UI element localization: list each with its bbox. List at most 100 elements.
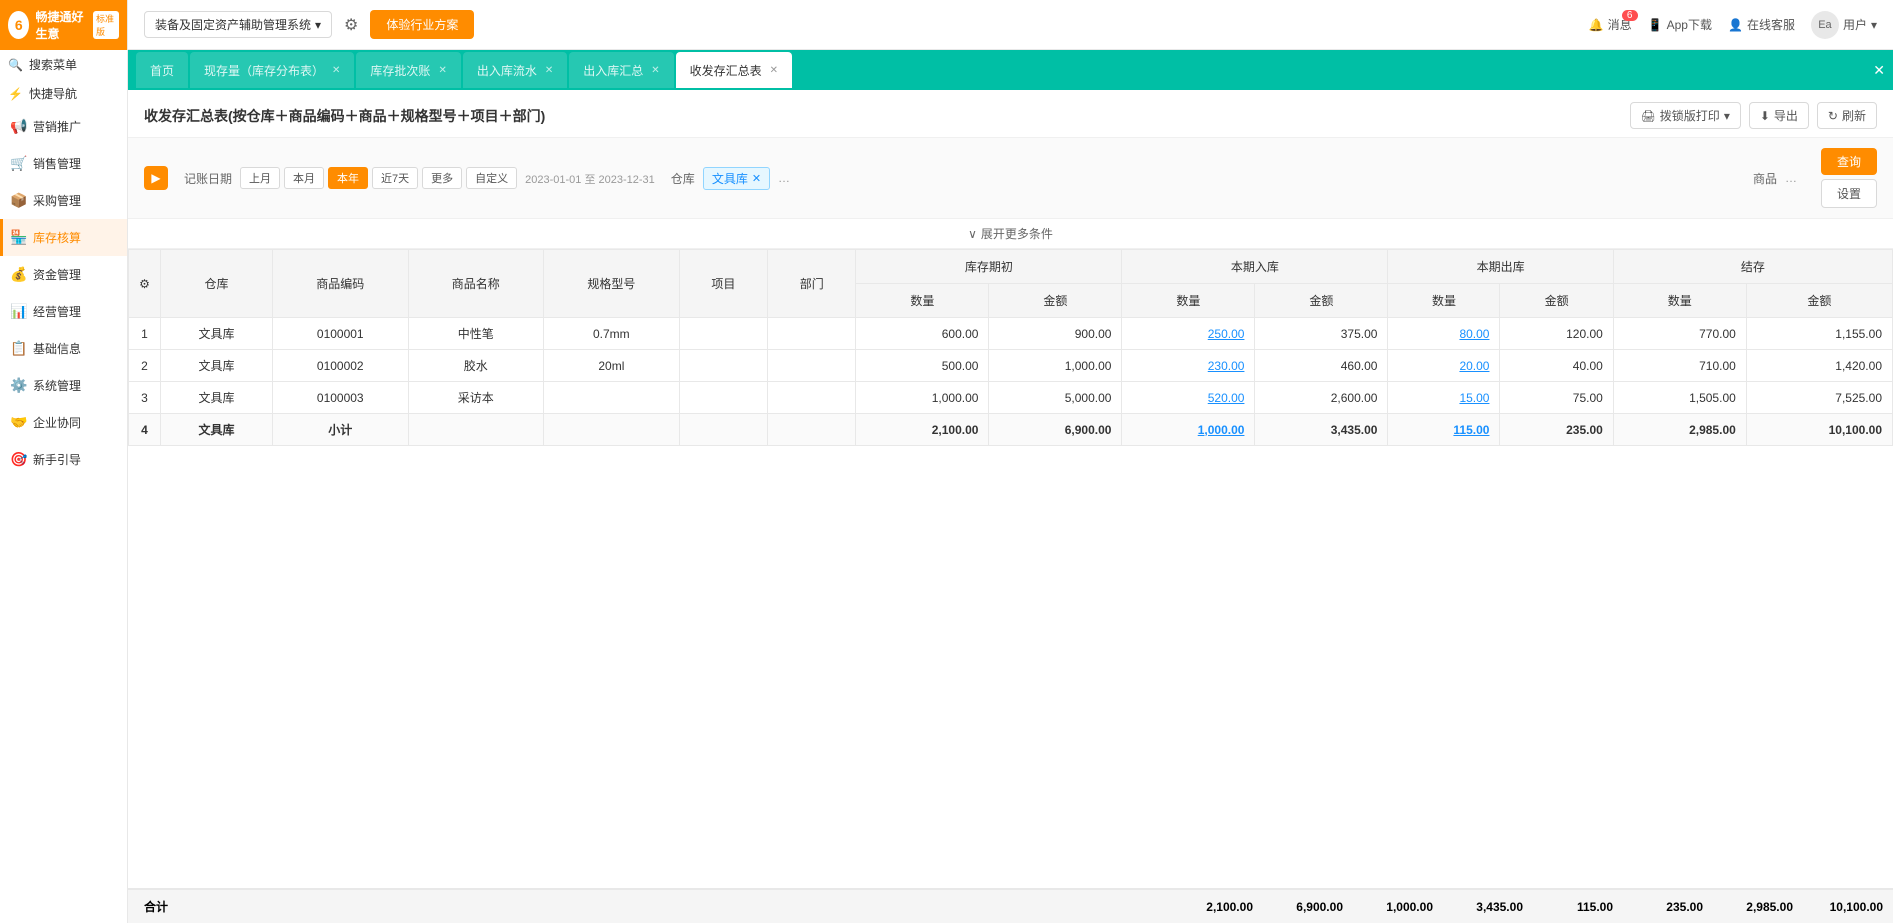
sidebar-item-guide[interactable]: 🎯 新手引导 <box>0 441 127 478</box>
tab-close-batch[interactable]: ✕ <box>438 65 446 76</box>
warehouse-more[interactable]: … <box>778 171 790 185</box>
system-selector[interactable]: 装备及固定资产辅助管理系统 ▾ <box>144 11 332 38</box>
tab-current-stock[interactable]: 现存量（库存分布表） ✕ <box>190 52 354 88</box>
subtotal-empty1 <box>408 414 544 446</box>
app-download-button[interactable]: 📱 App下载 <box>1648 16 1712 33</box>
row1-inbound-amt: 375.00 <box>1255 318 1388 350</box>
tab-receive-dispatch[interactable]: 收发存汇总表 ✕ <box>676 52 792 88</box>
row2-outbound-amt: 40.00 <box>1500 350 1613 382</box>
sidebar-item-inventory[interactable]: 🏪 库存核算 <box>0 219 127 256</box>
row3-goods-spec <box>544 382 680 414</box>
tab-close-inout-summary[interactable]: ✕ <box>651 65 659 76</box>
trial-button[interactable]: 体验行业方案 <box>370 10 474 39</box>
logo-text: 畅捷通好生意 标准版 <box>35 8 119 42</box>
row3-outbound-qty[interactable]: 15.00 <box>1388 382 1500 414</box>
row1-goods-name: 中性笔 <box>408 318 544 350</box>
filter-toggle-button[interactable]: ▶ <box>144 166 168 190</box>
row1-inbound-qty[interactable]: 250.00 <box>1122 318 1255 350</box>
warehouse-tag-close[interactable]: ✕ <box>752 172 761 185</box>
online-service-button[interactable]: 👤 在线客服 <box>1728 16 1795 33</box>
sidebar-item-purchase[interactable]: 📦 采购管理 <box>0 182 127 219</box>
refresh-button[interactable]: ↻ 刷新 <box>1817 102 1877 129</box>
col-opening-amt-header: 金额 <box>989 284 1122 318</box>
subtotal-empty3 <box>679 414 767 446</box>
row1-goods-spec: 0.7mm <box>544 318 680 350</box>
row2-goods-spec: 20ml <box>544 350 680 382</box>
row2-inbound-qty[interactable]: 230.00 <box>1122 350 1255 382</box>
subtotal-warehouse: 文具库 <box>161 414 273 446</box>
total-outbound-amt: 235.00 <box>1623 900 1713 914</box>
col-opening-group-header: 库存期初 <box>856 250 1122 284</box>
total-inbound-amt: 3,435.00 <box>1443 900 1533 914</box>
expand-bar: ∨ 展开更多条件 <box>128 219 1893 249</box>
user-menu[interactable]: Ea 用户 ▾ <box>1811 11 1877 39</box>
row3-inbound-qty[interactable]: 520.00 <box>1122 382 1255 414</box>
col-outbound-qty-header: 数量 <box>1388 284 1500 318</box>
date-btn-this-month[interactable]: 本月 <box>284 167 324 189</box>
subtotal-outbound-qty[interactable]: 115.00 <box>1388 414 1500 446</box>
tab-close-all-icon[interactable]: ✕ <box>1873 62 1885 79</box>
export-button[interactable]: ⬇ 导出 <box>1749 102 1809 129</box>
col-inbound-qty-header: 数量 <box>1122 284 1255 318</box>
gear-icon[interactable]: ⚙ <box>344 15 358 35</box>
date-btn-custom[interactable]: 自定义 <box>466 167 517 189</box>
sidebar-quick-nav[interactable]: ⚡ 快捷导航 <box>0 79 127 108</box>
sidebar-item-collaboration[interactable]: 🤝 企业协同 <box>0 404 127 441</box>
subtotal-row: 4 文具库 小计 2,100.00 6,900.00 1,000.00 3,43… <box>129 414 1893 446</box>
total-label: 合计 <box>128 898 548 915</box>
tab-batch[interactable]: 库存批次账 ✕ <box>356 52 460 88</box>
tabbar: 首页 现存量（库存分布表） ✕ 库存批次账 ✕ 出入库流水 ✕ 出入库汇总 ✕ … <box>128 50 1893 90</box>
row2-outbound-qty[interactable]: 20.00 <box>1388 350 1500 382</box>
subtotal-inbound-qty[interactable]: 1,000.00 <box>1122 414 1255 446</box>
notification-icon: 🔔 <box>1589 18 1604 32</box>
subtotal-balance-amt: 10,100.00 <box>1746 414 1892 446</box>
goods-filter-section: 商品 … <box>1753 170 1797 187</box>
row3-inbound-amt: 2,600.00 <box>1255 382 1388 414</box>
topbar-actions: 🔔 消息 6 📱 App下载 👤 在线客服 Ea 用户 ▾ <box>1589 11 1877 39</box>
row3-balance-qty: 1,505.00 <box>1613 382 1746 414</box>
date-btn-last-month[interactable]: 上月 <box>240 167 280 189</box>
tab-home[interactable]: 首页 <box>136 52 188 88</box>
query-button[interactable]: 查询 <box>1821 148 1877 175</box>
total-opening-qty: 2,100.00 <box>1173 900 1263 914</box>
expand-conditions-button[interactable]: ∨ 展开更多条件 <box>968 225 1053 242</box>
date-btn-this-year[interactable]: 本年 <box>328 167 368 189</box>
tab-inout-summary[interactable]: 出入库汇总 ✕ <box>569 52 673 88</box>
table-container: ⚙ 仓库 商品编码 商品名称 规格型号 项目 部门 库存期初 本期入库 本期出库… <box>128 249 1893 888</box>
total-outbound-qty: 115.00 <box>1533 900 1623 914</box>
tab-close-receive-dispatch[interactable]: ✕ <box>770 65 778 76</box>
row2-no: 2 <box>129 350 161 382</box>
goods-more[interactable]: … <box>1785 171 1797 185</box>
tab-close-inout-flow[interactable]: ✕ <box>545 65 553 76</box>
sidebar-search[interactable]: 🔍 搜索菜单 <box>0 50 127 79</box>
tab-inout-flow[interactable]: 出入库流水 ✕ <box>463 52 567 88</box>
print-button[interactable]: 🖨 拨锁版打印 ▾ <box>1630 102 1741 129</box>
date-btn-more[interactable]: 更多 <box>422 167 462 189</box>
row1-outbound-qty[interactable]: 80.00 <box>1388 318 1500 350</box>
row3-project <box>679 382 767 414</box>
col-settings-header[interactable]: ⚙ <box>129 250 161 318</box>
sidebar-item-basic-info[interactable]: 📋 基础信息 <box>0 330 127 367</box>
col-outbound-amt-header: 金额 <box>1500 284 1613 318</box>
row3-balance-amt: 7,525.00 <box>1746 382 1892 414</box>
row2-balance-qty: 710.00 <box>1613 350 1746 382</box>
row1-balance-amt: 1,155.00 <box>1746 318 1892 350</box>
sidebar-item-sales[interactable]: 🛒 销售管理 <box>0 145 127 182</box>
notification-button[interactable]: 🔔 消息 6 <box>1589 16 1632 33</box>
settings-button[interactable]: 设置 <box>1821 179 1877 208</box>
sidebar-item-system[interactable]: ⚙️ 系统管理 <box>0 367 127 404</box>
date-range-display: 2023-01-01 至 2023-12-31 <box>525 171 655 187</box>
subtotal-label: 小计 <box>272 414 408 446</box>
marketing-icon: 📢 <box>11 119 27 135</box>
subtotal-empty4 <box>768 414 856 446</box>
page-header: 收发存汇总表(按仓库＋商品编码＋商品＋规格型号＋项目＋部门) 🖨 拨锁版打印 ▾… <box>128 90 1893 138</box>
sidebar-item-finance[interactable]: 💰 资金管理 <box>0 256 127 293</box>
date-btn-7days[interactable]: 近7天 <box>372 167 418 189</box>
operations-icon: 📊 <box>11 304 27 320</box>
sidebar-item-marketing[interactable]: 📢 营销推广 <box>0 108 127 145</box>
user-avatar: Ea <box>1811 11 1839 39</box>
total-inbound-qty: 1,000.00 <box>1353 900 1443 914</box>
sidebar: 6 畅捷通好生意 标准版 🔍 搜索菜单 ⚡ 快捷导航 📢 营销推广 🛒 销售管理… <box>0 0 128 923</box>
tab-close-current-stock[interactable]: ✕ <box>332 65 340 76</box>
sidebar-item-operations[interactable]: 📊 经营管理 <box>0 293 127 330</box>
